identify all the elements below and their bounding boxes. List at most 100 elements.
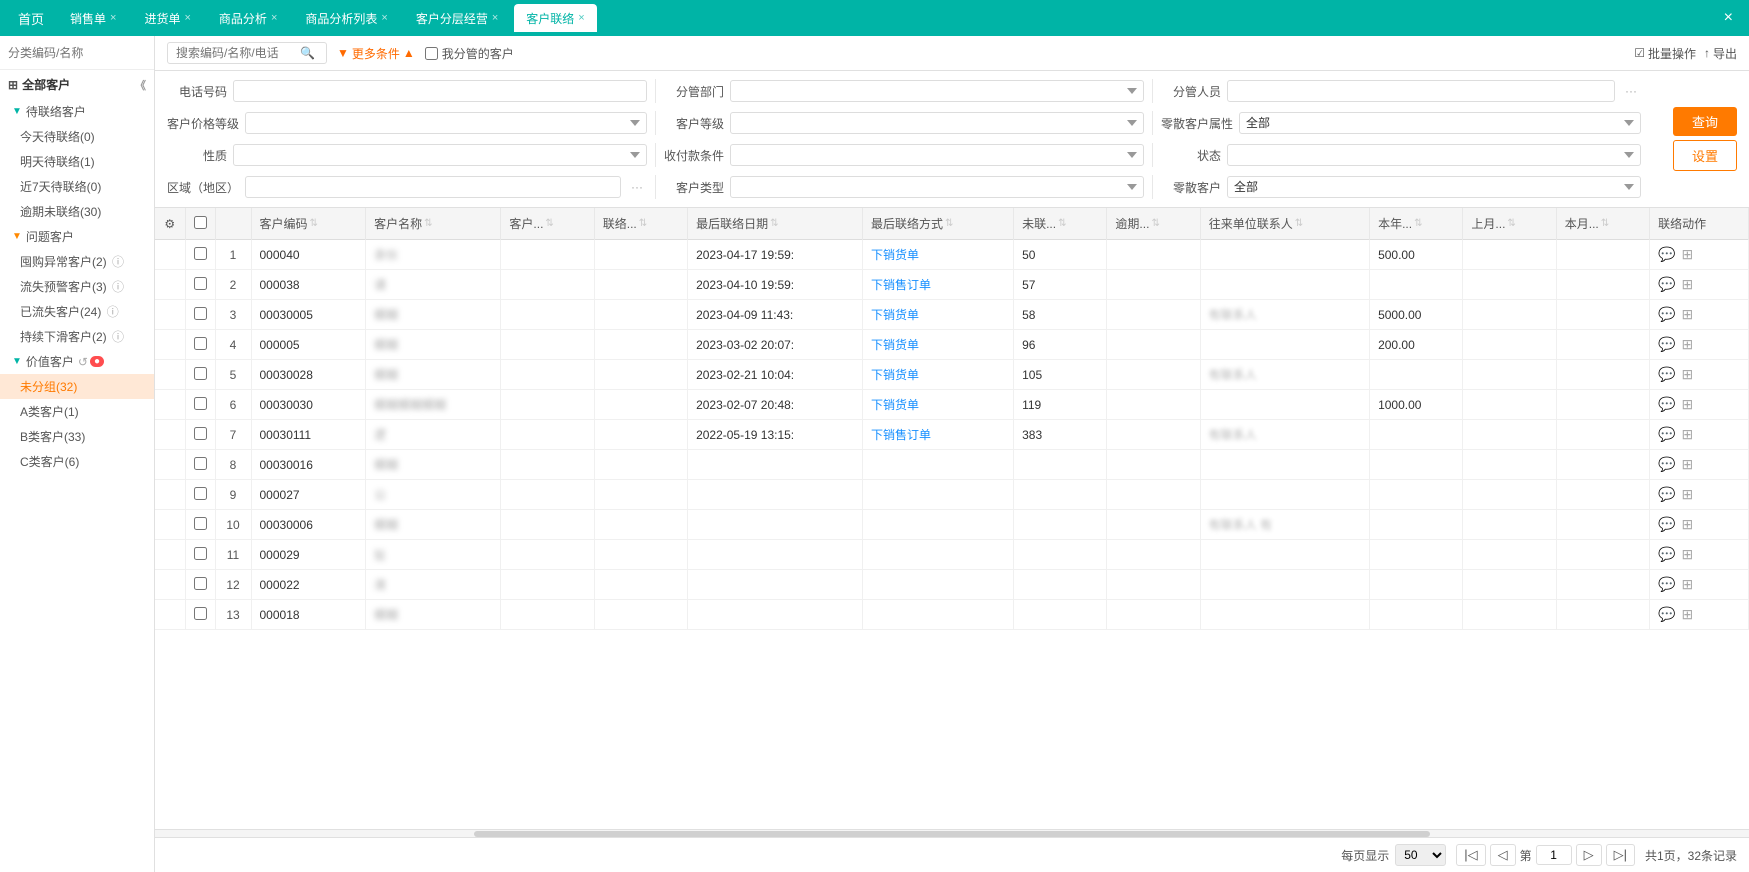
dept-select[interactable] — [730, 80, 1144, 102]
horizontal-scrollbar[interactable] — [155, 829, 1749, 837]
row-checkbox[interactable] — [194, 277, 207, 290]
export-button[interactable]: ↑ 导出 — [1704, 45, 1737, 62]
chat-icon[interactable]: 💬 — [1658, 606, 1675, 623]
last-method-link[interactable]: 下销售订单 — [871, 278, 931, 292]
sidebar-item-7days[interactable]: 近7天待联络(0) — [0, 174, 154, 199]
sidebar-item-abnormal[interactable]: 囤购异常客户(2) ⓘ — [0, 249, 154, 274]
th-this-year[interactable]: 本年...⇅ — [1370, 208, 1463, 240]
sidebar-item-tomorrow[interactable]: 明天待联络(1) — [0, 149, 154, 174]
nav-tab-analysis-list[interactable]: 商品分析列表 × — [293, 4, 399, 32]
row-checkbox[interactable] — [194, 337, 207, 350]
window-close-button[interactable]: × — [1716, 9, 1741, 27]
grid-action-icon[interactable]: ⊞ — [1682, 366, 1694, 383]
person-input[interactable] — [1227, 80, 1615, 102]
close-icon[interactable]: × — [110, 12, 116, 24]
chat-icon[interactable]: 💬 — [1658, 456, 1675, 473]
row-checkbox[interactable] — [194, 487, 207, 500]
th-contact[interactable]: 联络...⇅ — [594, 208, 687, 240]
nav-tab-home[interactable]: 首页 — [8, 9, 54, 28]
close-icon[interactable]: × — [184, 12, 190, 24]
th-customer-type[interactable]: 客户...⇅ — [501, 208, 594, 240]
sidebar-item-class-c[interactable]: C类客户(6) — [0, 449, 154, 474]
grid-action-icon[interactable]: ⊞ — [1682, 456, 1694, 473]
th-last-date[interactable]: 最后联络日期⇅ — [688, 208, 863, 240]
prev-page-button[interactable]: ◁ — [1490, 844, 1516, 866]
select-all-checkbox[interactable] — [194, 216, 207, 229]
th-last-method[interactable]: 最后联络方式⇅ — [863, 208, 1014, 240]
chat-icon[interactable]: 💬 — [1658, 276, 1675, 293]
row-checkbox[interactable] — [194, 577, 207, 590]
row-checkbox[interactable] — [194, 427, 207, 440]
last-method-link[interactable]: 下销货单 — [871, 398, 919, 412]
row-checkbox[interactable] — [194, 367, 207, 380]
last-method-link[interactable]: 下销售订单 — [871, 428, 931, 442]
payment-select[interactable] — [730, 144, 1144, 166]
query-button[interactable]: 查询 — [1673, 107, 1737, 136]
last-method-link[interactable]: 下销货单 — [871, 338, 919, 352]
grid-action-icon[interactable]: ⊞ — [1682, 396, 1694, 413]
grid-action-icon[interactable]: ⊞ — [1682, 606, 1694, 623]
search-icon[interactable]: 🔍 — [300, 46, 315, 60]
close-icon[interactable]: × — [492, 12, 498, 24]
th-customer-code[interactable]: 客户编码⇅ — [251, 208, 366, 240]
row-checkbox[interactable] — [194, 517, 207, 530]
retail-select[interactable]: 全部 — [1227, 176, 1641, 198]
grid-action-icon[interactable]: ⊞ — [1682, 516, 1694, 533]
more-icon[interactable]: ··· — [627, 180, 647, 194]
sidebar-item-churned[interactable]: 已流失客户(24) ⓘ — [0, 299, 154, 324]
status-select[interactable] — [1227, 144, 1641, 166]
chat-icon[interactable]: 💬 — [1658, 396, 1675, 413]
row-checkbox[interactable] — [194, 247, 207, 260]
first-page-button[interactable]: |◁ — [1456, 844, 1485, 866]
grid-action-icon[interactable]: ⊞ — [1682, 276, 1694, 293]
chat-icon[interactable]: 💬 — [1658, 546, 1675, 563]
page-number-input[interactable] — [1536, 845, 1572, 865]
grid-action-icon[interactable]: ⊞ — [1682, 426, 1694, 443]
close-icon[interactable]: × — [381, 12, 387, 24]
nav-tab-customer-contact[interactable]: 客户联络 × — [514, 4, 596, 32]
grid-action-icon[interactable]: ⊞ — [1682, 546, 1694, 563]
per-page-select[interactable]: 50 100 200 — [1395, 844, 1446, 866]
sidebar-search-input[interactable] — [8, 46, 155, 60]
th-customer-name[interactable]: 客户名称⇅ — [366, 208, 501, 240]
row-checkbox[interactable] — [194, 307, 207, 320]
region-input[interactable] — [245, 176, 621, 198]
sidebar-pending-contact[interactable]: ▼ 待联络客户 — [0, 99, 154, 124]
grid-action-icon[interactable]: ⊞ — [1682, 246, 1694, 263]
th-last-month[interactable]: 上月...⇅ — [1463, 208, 1556, 240]
sidebar-item-declining[interactable]: 持续下滑客户(2) ⓘ — [0, 324, 154, 349]
row-checkbox[interactable] — [194, 397, 207, 410]
last-page-button[interactable]: ▷| — [1606, 844, 1635, 866]
last-method-link[interactable]: 下销货单 — [871, 308, 919, 322]
chat-icon[interactable]: 💬 — [1658, 426, 1675, 443]
chat-icon[interactable]: 💬 — [1658, 576, 1675, 593]
nav-tab-sales[interactable]: 销售单 × — [58, 4, 128, 32]
sidebar-all-customers[interactable]: ⊞ 全部客户 《 — [0, 70, 154, 99]
customer-type-select[interactable] — [730, 176, 1144, 198]
chat-icon[interactable]: 💬 — [1658, 486, 1675, 503]
last-method-link[interactable]: 下销货单 — [871, 368, 919, 382]
nav-tab-purchase[interactable]: 进货单 × — [132, 4, 202, 32]
bulk-operation-button[interactable]: ☑ 批量操作 — [1634, 45, 1696, 62]
th-settings[interactable]: ⚙ — [155, 208, 185, 240]
row-checkbox[interactable] — [194, 607, 207, 620]
chat-icon[interactable]: 💬 — [1658, 516, 1675, 533]
chat-icon[interactable]: 💬 — [1658, 336, 1675, 353]
sidebar-problem-customers[interactable]: ▼ 问题客户 — [0, 224, 154, 249]
customer-level-select[interactable] — [730, 112, 1144, 134]
grid-action-icon[interactable]: ⊞ — [1682, 306, 1694, 323]
nature-select[interactable] — [233, 144, 647, 166]
th-this-month[interactable]: 本月...⇅ — [1556, 208, 1649, 240]
th-unit-contact[interactable]: 往来单位联系人⇅ — [1200, 208, 1369, 240]
th-not-contact[interactable]: 未联...⇅ — [1014, 208, 1107, 240]
my-customers-check[interactable] — [425, 47, 438, 60]
sidebar-item-unclassified[interactable]: 未分组(32) — [0, 374, 154, 399]
chat-icon[interactable]: 💬 — [1658, 366, 1675, 383]
chat-icon[interactable]: 💬 — [1658, 306, 1675, 323]
grid-action-icon[interactable]: ⊞ — [1682, 576, 1694, 593]
sidebar-item-churn-warning[interactable]: 流失预警客户(3) ⓘ — [0, 274, 154, 299]
grid-action-icon[interactable]: ⊞ — [1682, 486, 1694, 503]
last-method-link[interactable]: 下销货单 — [871, 248, 919, 262]
collapse-icon[interactable]: 《 — [135, 77, 146, 93]
nav-tab-analysis[interactable]: 商品分析 × — [207, 4, 289, 32]
